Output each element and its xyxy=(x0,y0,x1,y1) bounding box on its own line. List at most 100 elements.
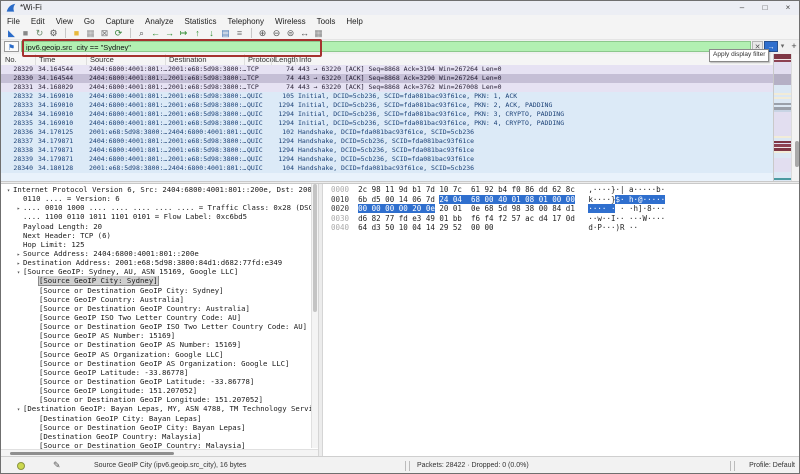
detail-line[interactable]: [Source or Destination GeoIP Country: Au… xyxy=(1,304,311,313)
detail-line[interactable]: [Source or Destination GeoIP Latitude: -… xyxy=(1,377,311,386)
detail-line[interactable]: Hop Limit: 125 xyxy=(1,240,311,249)
detail-line[interactable]: [Source GeoIP AS Organization: Google LL… xyxy=(1,350,311,359)
details-scrollbar[interactable] xyxy=(311,184,318,448)
packet-row[interactable]: 28336 34.170125 2001:e68:5d98:3800:… 2404:6… xyxy=(1,128,773,137)
detail-line[interactable]: [Source GeoIP Longitude: 151.207052] xyxy=(1,386,311,395)
hex-row[interactable]: 0000 2c 98 11 9d b1 7d 10 7c 61 92 b4 f0… xyxy=(331,185,665,195)
colorize-icon[interactable]: ≡ xyxy=(233,27,246,39)
detail-line[interactable]: Payload Length: 20 xyxy=(1,222,311,231)
zoom-original-icon[interactable]: ⊜ xyxy=(284,27,297,39)
packet-row[interactable]: 28335 34.169010 2404:6800:4001:801:… 2001:e… xyxy=(1,119,773,128)
detail-line[interactable]: ▸.... 0010 1000 .... .... .... .... ....… xyxy=(1,203,311,212)
menu-capture[interactable]: Capture xyxy=(106,17,134,26)
detail-line[interactable]: .... 1100 0110 1011 1101 0101 = Flow Lab… xyxy=(1,212,311,221)
find-packet-icon[interactable]: ⌕ xyxy=(135,27,148,39)
expand-arrow-icon[interactable]: ▸ xyxy=(14,260,23,267)
profile-status[interactable]: Profile: Default xyxy=(749,462,795,469)
menu-analyze[interactable]: Analyze xyxy=(145,17,173,26)
detail-line[interactable]: Next Header: TCP (6) xyxy=(1,231,311,240)
resize-columns-icon[interactable]: ↔ xyxy=(298,27,311,39)
detail-line[interactable]: ▸ Source Address: 2404:6800:4001:801::200… xyxy=(1,249,311,258)
column-header-destination[interactable]: Destination xyxy=(165,54,207,65)
detail-line[interactable]: [Source or Destination GeoIP AS Organiza… xyxy=(1,359,311,368)
packet-row[interactable]: 28329 34.164544 2404:6800:4001:801:… 2001:e… xyxy=(1,65,773,74)
column-header-info[interactable]: Info xyxy=(295,54,312,65)
detail-line[interactable]: [Source GeoIP AS Number: 15169] xyxy=(1,331,311,340)
expand-arrow-icon[interactable]: ▸ xyxy=(14,251,23,258)
capture-options-icon[interactable]: ⚙ xyxy=(47,27,60,39)
details-scrollbar-handle[interactable] xyxy=(313,184,317,312)
hex-row[interactable]: 0030 d6 82 77 fd e3 49 01 bb f6 f4 f2 57… xyxy=(331,214,665,224)
hex-row[interactable]: 0010 6b d5 00 14 06 7d 24 04 68 00 40 01… xyxy=(331,194,666,205)
detail-line[interactable]: [Source GeoIP ISO Two Letter Country Cod… xyxy=(1,313,311,322)
packet-row[interactable]: 28339 34.179871 2404:6800:4001:801:… 2001:e… xyxy=(1,155,773,164)
hex-row[interactable]: 0040 64 d3 50 10 04 14 29 52 00 00 d·P··… xyxy=(331,223,665,233)
capture-comment-icon[interactable]: ✎ xyxy=(53,460,61,471)
auto-scroll-icon[interactable]: ▤ xyxy=(219,27,232,39)
menu-edit[interactable]: Edit xyxy=(31,17,45,26)
packet-row[interactable]: 28331 34.168029 2404:6800:4001:801:… 2001:e… xyxy=(1,83,773,92)
menu-statistics[interactable]: Statistics xyxy=(185,17,217,26)
go-to-packet-icon[interactable]: ↦ xyxy=(177,27,190,39)
hex-row[interactable]: 0020 00 00 00 00 20 0e 20 01 0e 68 5d 98… xyxy=(331,204,665,214)
packet-row[interactable]: 28337 34.179871 2404:6800:4001:801:… 2001:e… xyxy=(1,137,773,146)
expand-arrow-icon[interactable]: ▸ xyxy=(14,205,23,212)
column-header-source[interactable]: Source xyxy=(86,54,114,65)
detail-line[interactable]: [Source or Destination GeoIP Longitude: … xyxy=(1,395,311,404)
collapse-arrow-icon[interactable]: ▾ xyxy=(14,406,23,413)
save-file-icon[interactable]: ▦ xyxy=(84,27,97,39)
packet-row[interactable]: 28333 34.169010 2404:6800:4001:801:… 2001:e… xyxy=(1,101,773,110)
details-hscrollbar-handle[interactable] xyxy=(10,452,174,455)
reload-icon[interactable]: ⟳ xyxy=(112,27,125,39)
go-forward-icon[interactable]: → xyxy=(163,27,176,39)
detail-line[interactable]: [Source or Destination GeoIP ISO Two Let… xyxy=(1,322,311,331)
menu-help[interactable]: Help xyxy=(346,17,362,26)
minimize-icon[interactable]: – xyxy=(731,1,753,15)
column-header-length[interactable]: Length xyxy=(271,54,298,65)
scrollbar-handle[interactable] xyxy=(795,141,799,167)
detail-line[interactable]: [Source GeoIP Country: Australia] xyxy=(1,295,311,304)
filter-add-button[interactable]: + xyxy=(789,41,799,52)
detail-line[interactable]: ▸ Destination Address: 2001:e68:5d98:3800… xyxy=(1,258,311,267)
maximize-icon[interactable]: □ xyxy=(754,1,776,15)
detail-line[interactable]: [Source GeoIP City: Sydney] xyxy=(1,276,311,286)
menu-tools[interactable]: Tools xyxy=(317,17,336,26)
detail-line[interactable]: [Source or Destination GeoIP City: Bayan… xyxy=(1,423,311,432)
detail-line[interactable]: ▾ Internet Protocol Version 6, Src: 2404:… xyxy=(1,185,311,194)
packet-row[interactable]: 28338 34.179871 2404:6800:4001:801:… 2001:e… xyxy=(1,146,773,155)
filter-dropdown-icon[interactable]: ▾ xyxy=(779,41,786,52)
packet-row[interactable]: 28332 34.169010 2404:6800:4001:801:… 2001:e… xyxy=(1,92,773,101)
open-file-icon[interactable]: ■ xyxy=(70,27,83,39)
columns-grid-icon[interactable]: ▦ xyxy=(312,27,325,39)
stop-capture-icon[interactable]: ■ xyxy=(19,27,32,39)
detail-line[interactable]: [Source or Destination GeoIP AS Number: … xyxy=(1,340,311,349)
collapse-arrow-icon[interactable]: ▾ xyxy=(4,187,13,194)
close-file-icon[interactable]: ⊠ xyxy=(98,27,111,39)
detail-line[interactable]: ▾ [Destination GeoIP: Bayan Lepas, MY, AS… xyxy=(1,404,311,413)
collapse-arrow-icon[interactable]: ▾ xyxy=(14,269,23,276)
detail-line[interactable]: [Source GeoIP Latitude: -33.86778] xyxy=(1,368,311,377)
filter-bookmark-icon[interactable]: ⚑ xyxy=(4,41,19,52)
menu-wireless[interactable]: Wireless xyxy=(275,17,306,26)
detail-line[interactable]: [Destination GeoIP Country: Malaysia] xyxy=(1,432,311,441)
zoom-out-icon[interactable]: ⊖ xyxy=(270,27,283,39)
restart-capture-icon[interactable]: ↻ xyxy=(33,27,46,39)
packet-row[interactable]: 28330 34.164544 2404:6800:4001:801:… 2001:e… xyxy=(1,74,773,83)
intelligent-scrollbar[interactable] xyxy=(773,54,791,181)
go-last-icon[interactable]: ↓ xyxy=(205,27,218,39)
go-first-icon[interactable]: ↑ xyxy=(191,27,204,39)
packet-row[interactable]: 28340 34.180128 2001:e68:5d98:3800:… 2404:6… xyxy=(1,164,773,173)
menu-go[interactable]: Go xyxy=(84,17,95,26)
detail-line[interactable]: [Source or Destination GeoIP City: Sydne… xyxy=(1,286,311,295)
menu-view[interactable]: View xyxy=(56,17,73,26)
display-filter-input[interactable]: ipv6.geoip.src_city == "Sydney" xyxy=(21,41,751,52)
close-icon[interactable]: × xyxy=(777,1,799,15)
start-capture-icon[interactable]: ◣ xyxy=(5,27,18,39)
details-hscrollbar[interactable] xyxy=(1,449,318,456)
detail-line[interactable]: 0110 .... = Version: 6 xyxy=(1,194,311,203)
column-header-no[interactable]: No. xyxy=(2,54,17,65)
column-header-time[interactable]: Time xyxy=(35,54,55,65)
menu-file[interactable]: File xyxy=(7,17,20,26)
expert-info-icon[interactable] xyxy=(17,462,25,470)
menu-telephony[interactable]: Telephony xyxy=(228,17,264,26)
